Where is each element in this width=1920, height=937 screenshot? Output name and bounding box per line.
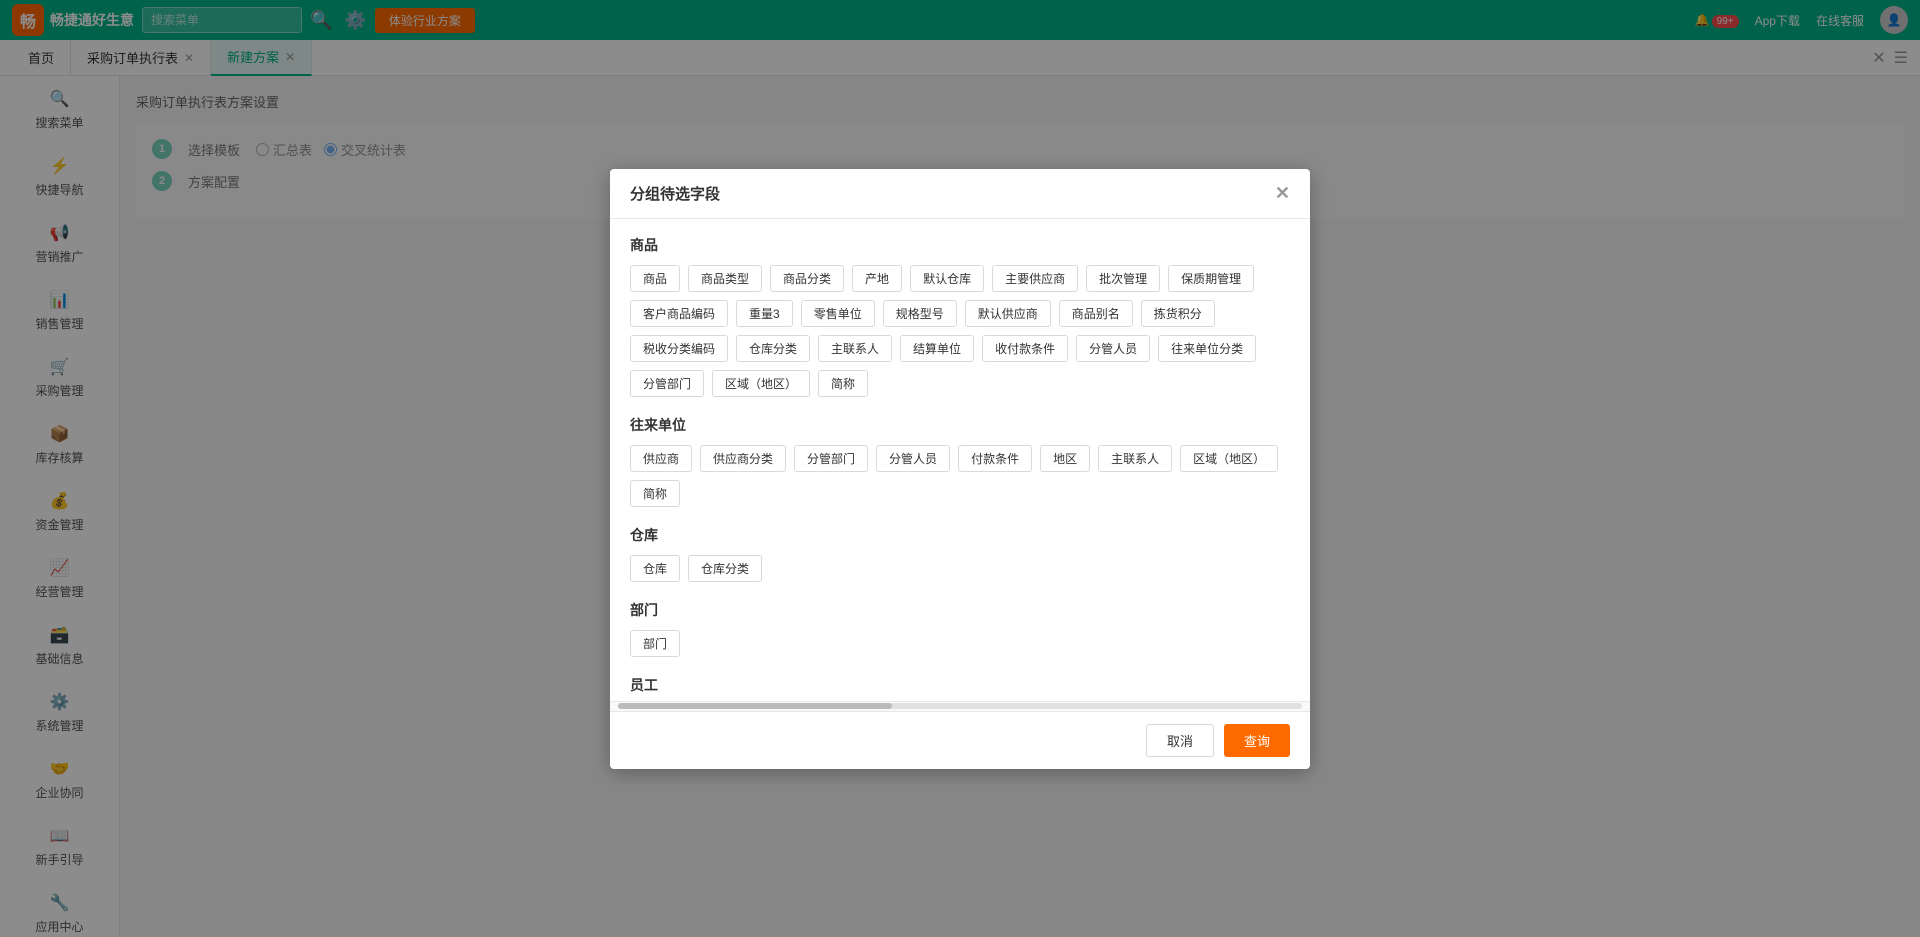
goods-fields: 商品 商品类型 商品分类 产地 默认仓库 主要供应商 批次管理 保质期管理 客户… [630,265,1290,397]
section-goods-title: 商品 [630,235,1290,255]
modal-horizontal-scrollbar[interactable] [610,701,1310,710]
field-default-supplier[interactable]: 默认供应商 [965,300,1051,327]
field-origin[interactable]: 产地 [852,265,902,292]
field-goods-category[interactable]: 商品分类 [770,265,844,292]
section-goods: 商品 商品 商品类型 商品分类 产地 默认仓库 主要供应商 批次管理 保质期管理… [630,235,1290,397]
modal-footer: 取消 查询 [610,711,1310,769]
cancel-button[interactable]: 取消 [1146,724,1214,757]
field-customer-sku[interactable]: 客户商品编码 [630,300,728,327]
modal-body: 商品 商品 商品类型 商品分类 产地 默认仓库 主要供应商 批次管理 保质期管理… [610,219,1310,702]
field-region-partner[interactable]: 地区 [1040,445,1090,472]
field-main-contact[interactable]: 主联系人 [818,335,892,362]
field-admin-dept[interactable]: 分管部门 [630,370,704,397]
field-goods-type[interactable]: 商品类型 [688,265,762,292]
field-payment-cond[interactable]: 付款条件 [958,445,1032,472]
field-weight3[interactable]: 重量3 [736,300,793,327]
modal-title: 分组待选字段 [630,183,720,204]
section-partner: 往来单位 供应商 供应商分类 分管部门 分管人员 付款条件 地区 主联系人 区域… [630,415,1290,507]
field-region-goods[interactable]: 区域（地区） [712,370,810,397]
confirm-button[interactable]: 查询 [1224,724,1290,757]
dept-fields: 部门 [630,630,1290,657]
field-main-supplier[interactable]: 主要供应商 [992,265,1078,292]
field-partner-main-contact[interactable]: 主联系人 [1098,445,1172,472]
field-partner-abbr[interactable]: 简称 [630,480,680,507]
field-abbr-goods[interactable]: 简称 [818,370,868,397]
warehouse-fields: 仓库 仓库分类 [630,555,1290,582]
field-warehouse-cat[interactable]: 仓库分类 [688,555,762,582]
field-admin-staff[interactable]: 分管人员 [1076,335,1150,362]
section-partner-title: 往来单位 [630,415,1290,435]
field-payment-terms[interactable]: 收付款条件 [982,335,1068,362]
section-employee: 员工 业务员 [630,675,1290,702]
field-pick-points[interactable]: 拣货积分 [1141,300,1215,327]
field-retail-unit[interactable]: 零售单位 [801,300,875,327]
section-employee-title: 员工 [630,675,1290,695]
section-dept: 部门 部门 [630,600,1290,657]
field-selection-modal: 分组待选字段 ✕ 商品 商品 商品类型 商品分类 产地 默认仓库 主要供应商 批… [610,169,1310,769]
section-warehouse-title: 仓库 [630,525,1290,545]
field-dept[interactable]: 部门 [630,630,680,657]
field-spec-model[interactable]: 规格型号 [883,300,957,327]
field-default-warehouse[interactable]: 默认仓库 [910,265,984,292]
hscroll-track [618,703,1302,709]
field-batch-mgmt[interactable]: 批次管理 [1086,265,1160,292]
field-partner-category[interactable]: 往来单位分类 [1158,335,1256,362]
field-partner-region[interactable]: 区域（地区） [1180,445,1278,472]
field-partner-admin-staff[interactable]: 分管人员 [876,445,950,472]
field-settlement-unit[interactable]: 结算单位 [900,335,974,362]
field-goods[interactable]: 商品 [630,265,680,292]
field-warehouse-category[interactable]: 仓库分类 [736,335,810,362]
field-warehouse[interactable]: 仓库 [630,555,680,582]
partner-fields: 供应商 供应商分类 分管部门 分管人员 付款条件 地区 主联系人 区域（地区） … [630,445,1290,507]
section-dept-title: 部门 [630,600,1290,620]
hscroll-thumb [618,703,892,709]
field-goods-alias[interactable]: 商品别名 [1059,300,1133,327]
field-expiry-mgmt[interactable]: 保质期管理 [1168,265,1254,292]
modal-close-btn[interactable]: ✕ [1275,184,1290,202]
field-supplier-category[interactable]: 供应商分类 [700,445,786,472]
field-tax-code[interactable]: 税收分类编码 [630,335,728,362]
modal-header: 分组待选字段 ✕ [610,169,1310,219]
field-supplier[interactable]: 供应商 [630,445,692,472]
section-warehouse: 仓库 仓库 仓库分类 [630,525,1290,582]
field-partner-admin-dept[interactable]: 分管部门 [794,445,868,472]
